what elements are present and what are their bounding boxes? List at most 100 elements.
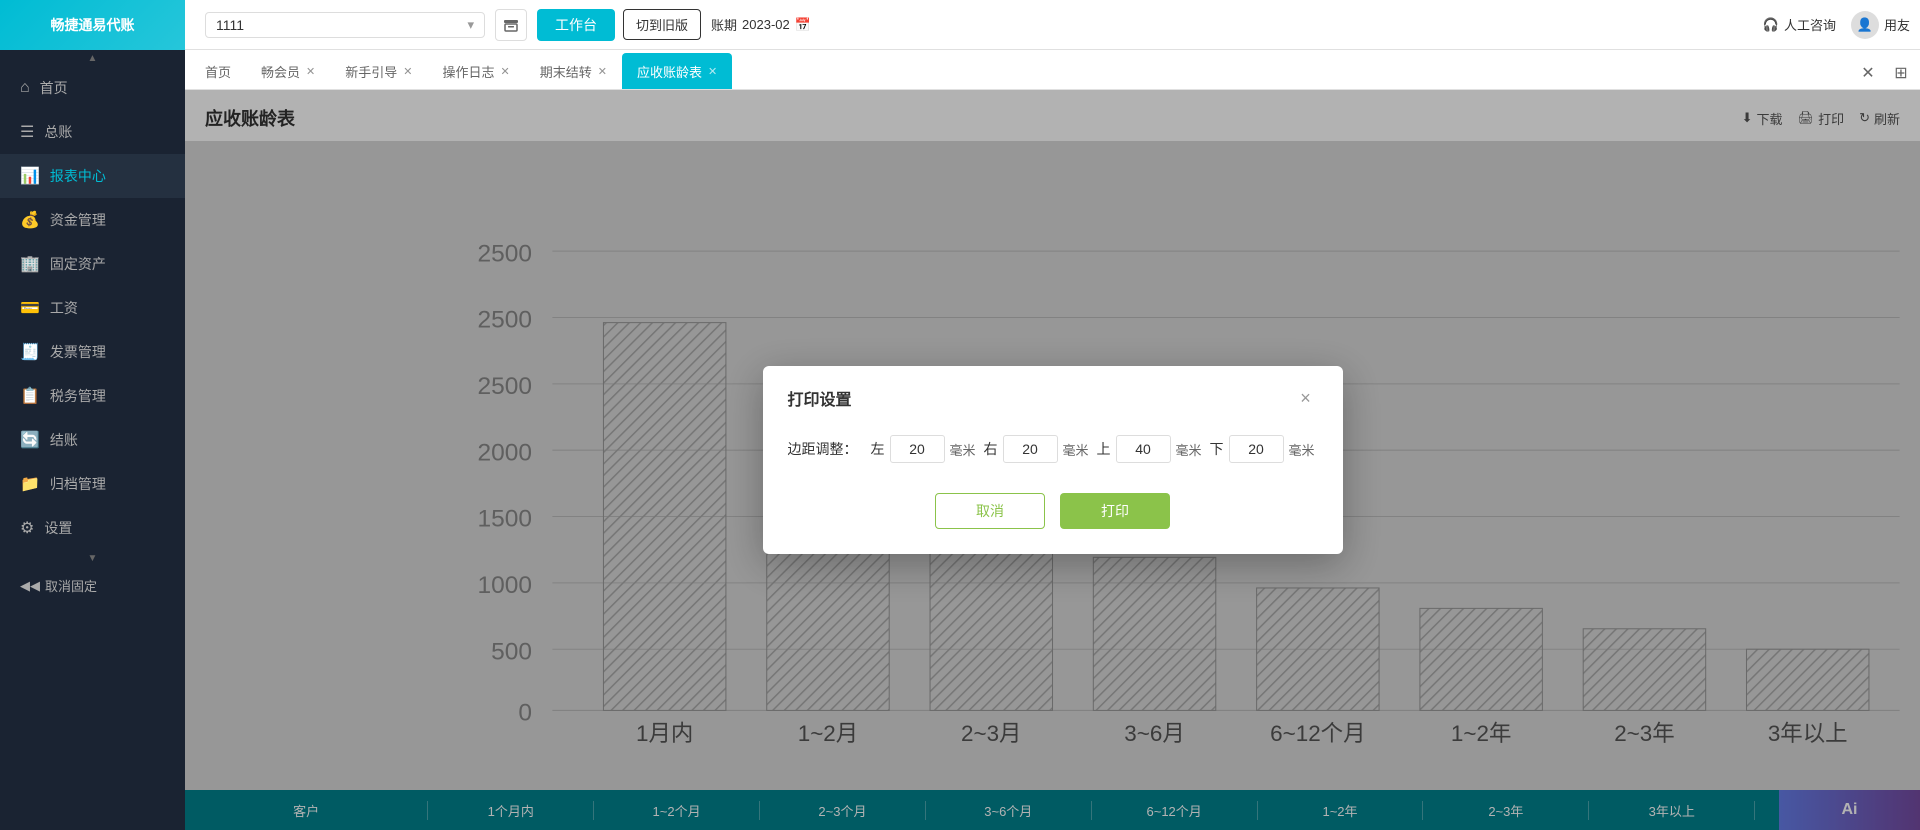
tab-period-end-close[interactable]: ✕ [598, 65, 607, 78]
bottom-input[interactable] [1229, 435, 1284, 463]
payroll-icon: 💳 [20, 298, 40, 318]
right-unit: 毫米 [1063, 440, 1089, 459]
ledger-icon: ☰ [20, 122, 34, 142]
cancel-fixed-label: 取消固定 [45, 576, 97, 595]
top-header: 畅捷通易代账 1111 ▾ 工作台 切到旧版 账期 2023-02 📅 🎧 人工… [0, 0, 1920, 50]
chevron-down-icon: ▾ [467, 17, 474, 33]
margin-bottom-group: 下 毫米 [1210, 435, 1315, 463]
sidebar-item-asset[interactable]: 🏢 固定资产 [0, 242, 185, 286]
tab-member-label: 畅会员 [261, 62, 300, 81]
sidebar-item-label: 结账 [50, 430, 78, 450]
sidebar-item-fund[interactable]: 💰 资金管理 [0, 198, 185, 242]
tab-period-end[interactable]: 期末结转 ✕ [525, 53, 622, 89]
sidebar-item-tax[interactable]: 📋 税务管理 [0, 374, 185, 418]
sidebar-item-setting[interactable]: ⚙ 设置 [0, 506, 185, 550]
modal-header: 打印设置 × [788, 386, 1318, 410]
left-label: 左 [871, 439, 885, 459]
sidebar-item-label: 设置 [44, 518, 72, 538]
margin-left-group: 左 毫米 [871, 435, 976, 463]
close-all-tabs-button[interactable]: ✕ [1854, 59, 1882, 87]
modal-close-button[interactable]: × [1294, 386, 1318, 410]
sidebar-item-home[interactable]: ⌂ 首页 [0, 66, 185, 110]
tab-controls: ✕ ⊞ [1854, 59, 1915, 89]
modal-title: 打印设置 [788, 386, 852, 410]
archive-nav-icon: 📁 [20, 474, 40, 494]
report-icon: 📊 [20, 166, 40, 186]
top-label: 上 [1097, 439, 1111, 459]
user-icon: 👤 [1857, 17, 1873, 33]
sidebar-item-settle[interactable]: 🔄 结账 [0, 418, 185, 462]
top-unit: 毫米 [1176, 440, 1202, 459]
company-name: 1111 [216, 17, 459, 33]
tab-home[interactable]: 首页 [190, 53, 246, 89]
tab-guide-close[interactable]: ✕ [403, 65, 412, 78]
sidebar-item-label: 总账 [44, 122, 72, 142]
tab-bar: 首页 畅会员 ✕ 新手引导 ✕ 操作日志 ✕ 期末结转 ✕ 应收账龄表 ✕ [185, 50, 1920, 90]
tab-oplog-close[interactable]: ✕ [501, 65, 510, 78]
sidebar-item-label: 税务管理 [50, 386, 106, 406]
consult-button[interactable]: 🎧 人工咨询 [1763, 15, 1836, 34]
tab-oplog-label: 操作日志 [442, 62, 494, 81]
sidebar-item-ledger[interactable]: ☰ 总账 [0, 110, 185, 154]
tab-member-close[interactable]: ✕ [306, 65, 315, 78]
workbench-button[interactable]: 工作台 [537, 9, 615, 41]
pin-icon: ◀◀ [20, 578, 40, 594]
period-info: 账期 2023-02 📅 [711, 15, 811, 34]
right-input[interactable] [1003, 435, 1058, 463]
logo-text: 畅捷通易代账 [51, 15, 135, 35]
username: 用友 [1884, 15, 1910, 34]
invoice-icon: 🧾 [20, 342, 40, 362]
sidebar-scroll-down[interactable]: ▼ [0, 550, 185, 566]
sidebar-item-payroll[interactable]: 💳 工资 [0, 286, 185, 330]
period-value: 2023-02 [742, 17, 790, 32]
sidebar: ▲ ⌂ 首页 ☰ 总账 📊 报表中心 💰 资金管理 🏢 固定资产 💳 工资 🧾 … [0, 50, 185, 830]
left-input[interactable] [890, 435, 945, 463]
sidebar-item-label: 资金管理 [50, 210, 106, 230]
user-info[interactable]: 👤 用友 [1851, 11, 1910, 39]
bottom-label: 下 [1210, 439, 1224, 459]
maximize-button[interactable]: ⊞ [1887, 59, 1915, 87]
cancel-fixed-button[interactable]: ◀◀ 取消固定 [0, 566, 185, 605]
page-content: 应收账龄表 ⬇ 下载 🖨 打印 ↻ 刷新 [185, 90, 1920, 830]
header-right: 🎧 人工咨询 👤 用友 [1763, 11, 1910, 39]
settle-icon: 🔄 [20, 430, 40, 450]
setting-icon: ⚙ [20, 518, 34, 538]
tab-home-label: 首页 [205, 62, 231, 81]
tab-oplog[interactable]: 操作日志 ✕ [427, 53, 524, 89]
calendar-icon[interactable]: 📅 [795, 17, 811, 33]
period-label: 账期 [711, 15, 737, 34]
old-version-button[interactable]: 切到旧版 [623, 9, 701, 40]
tab-ar-aging-close[interactable]: ✕ [708, 65, 717, 78]
logo: 畅捷通易代账 [0, 0, 185, 50]
top-input[interactable] [1116, 435, 1171, 463]
sidebar-item-invoice[interactable]: 🧾 发票管理 [0, 330, 185, 374]
fund-icon: 💰 [20, 210, 40, 230]
archive-icon[interactable] [495, 9, 527, 41]
tab-period-end-label: 期末结转 [540, 62, 592, 81]
modal-footer: 取消 打印 [788, 493, 1318, 529]
headset-icon: 🎧 [1763, 17, 1779, 33]
sidebar-item-label: 归档管理 [50, 474, 106, 494]
home-icon: ⌂ [20, 79, 30, 97]
sidebar-item-label: 发票管理 [50, 342, 106, 362]
print-dialog: 打印设置 × 边距调整： 左 毫米 [763, 366, 1343, 554]
margin-right-group: 右 毫米 [984, 435, 1089, 463]
modal-overlay: 打印设置 × 边距调整： 左 毫米 [185, 90, 1920, 830]
sidebar-item-archive[interactable]: 📁 归档管理 [0, 462, 185, 506]
confirm-print-button[interactable]: 打印 [1060, 493, 1170, 529]
sidebar-item-label: 首页 [40, 78, 68, 98]
sidebar-item-report[interactable]: 📊 报表中心 [0, 154, 185, 198]
tab-guide[interactable]: 新手引导 ✕ [330, 53, 427, 89]
asset-icon: 🏢 [20, 254, 40, 274]
left-unit: 毫米 [950, 440, 976, 459]
sidebar-item-label: 报表中心 [50, 166, 106, 186]
tax-icon: 📋 [20, 386, 40, 406]
company-selector[interactable]: 1111 ▾ [205, 12, 485, 38]
sidebar-scroll-up[interactable]: ▲ [0, 50, 185, 66]
sidebar-item-label: 固定资产 [50, 254, 106, 274]
main-layout: ▲ ⌂ 首页 ☰ 总账 📊 报表中心 💰 资金管理 🏢 固定资产 💳 工资 🧾 … [0, 50, 1920, 830]
tab-ar-aging[interactable]: 应收账龄表 ✕ [622, 53, 732, 89]
tab-member[interactable]: 畅会员 ✕ [246, 53, 330, 89]
cancel-button[interactable]: 取消 [935, 493, 1045, 529]
page-inner: 应收账龄表 ⬇ 下载 🖨 打印 ↻ 刷新 [185, 90, 1920, 830]
